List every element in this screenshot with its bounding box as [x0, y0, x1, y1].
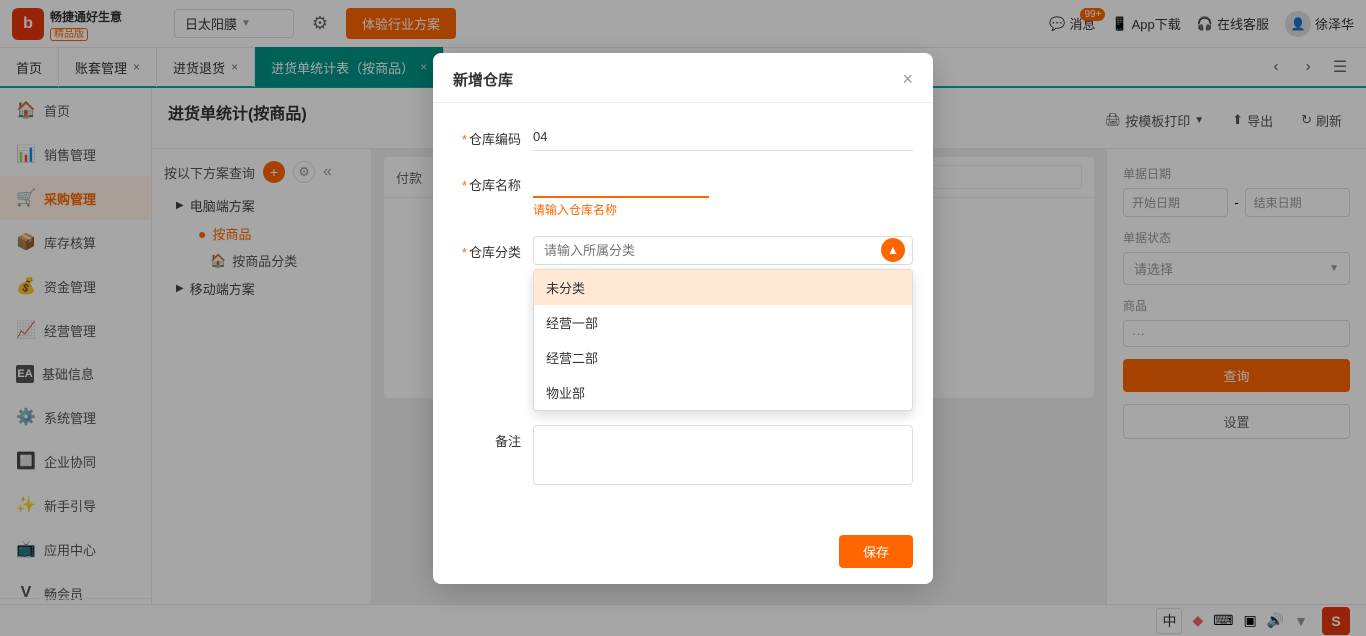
- code-input[interactable]: [533, 123, 913, 151]
- category-dropdown: 未分类 经营一部 经营二部 物业部: [533, 269, 913, 411]
- dropdown-item-property[interactable]: 物业部: [534, 375, 912, 410]
- name-input[interactable]: [533, 169, 709, 198]
- modal-header: 新增仓库 ×: [433, 53, 933, 103]
- save-button[interactable]: 保存: [839, 535, 913, 568]
- remark-label: 备注: [453, 425, 533, 450]
- modal-footer: 保存: [433, 523, 933, 584]
- dropdown-item-ops1[interactable]: 经营一部: [534, 305, 912, 340]
- category-toggle-icon[interactable]: ▲: [881, 238, 905, 262]
- form-row-code: *仓库编码: [453, 123, 913, 151]
- modal-close-icon[interactable]: ×: [902, 69, 913, 90]
- form-row-category: *仓库分类 ▲ 未分类 经营一部 经营二部: [453, 236, 913, 265]
- dropdown-item-uncategorized[interactable]: 未分类: [534, 270, 912, 305]
- modal-title: 新增仓库: [453, 69, 513, 90]
- form-row-remark: 备注: [453, 425, 913, 485]
- modal-new-warehouse: 新增仓库 × *仓库编码 *仓库名称: [433, 53, 933, 584]
- name-label: *仓库名称: [453, 169, 533, 194]
- form-row-name: *仓库名称 请输入仓库名称: [453, 169, 913, 218]
- dropdown-item-ops2[interactable]: 经营二部: [534, 340, 912, 375]
- code-label: *仓库编码: [453, 123, 533, 148]
- category-input-wrap: ▲ 未分类 经营一部 经营二部 物业部: [533, 236, 913, 265]
- name-error-tip: 请输入仓库名称: [533, 203, 617, 217]
- category-label: *仓库分类: [453, 236, 533, 261]
- remark-input[interactable]: [533, 425, 913, 485]
- category-input[interactable]: [533, 236, 913, 265]
- modal-overlay: 新增仓库 × *仓库编码 *仓库名称: [0, 0, 1366, 636]
- modal-body: *仓库编码 *仓库名称 请输入仓库名称: [433, 103, 933, 523]
